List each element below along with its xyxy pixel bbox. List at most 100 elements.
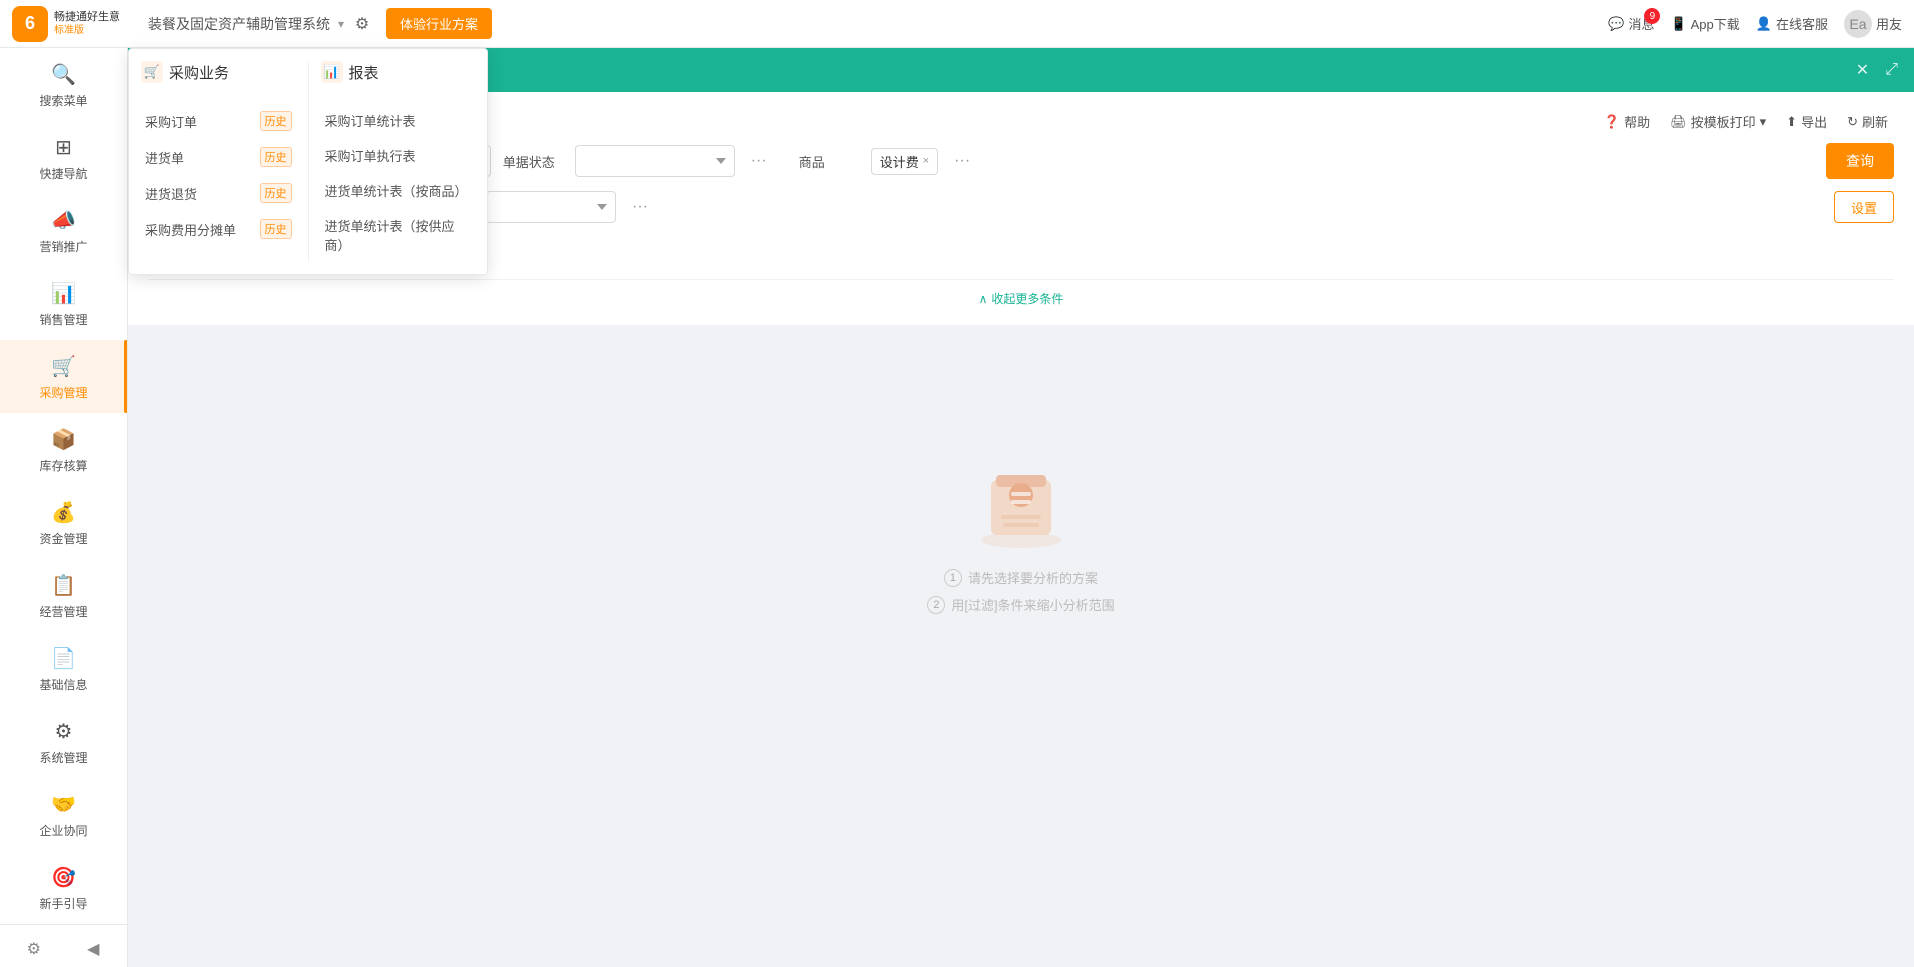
topbar: 6 畅捷通好生意 标准版 装餐及固定资产辅助管理系统 ▾ ⚙ 体验行业方案 💬 … <box>0 0 1914 48</box>
export-button[interactable]: ⬆ 导出 <box>1780 108 1833 135</box>
sidebar-item-search[interactable]: 🔍 搜索菜单 <box>0 48 127 121</box>
sidebar-label-finance: 资金管理 <box>39 530 87 547</box>
salesman-ellipsis[interactable]: ··· <box>628 198 652 216</box>
date-range: 近7天 更多 自定义 <box>220 145 491 177</box>
date-end-input[interactable] <box>371 145 491 177</box>
tab-home-label: 首页 <box>144 60 172 80</box>
goods-tag: 设计费 × <box>871 148 938 175</box>
tab-close-window-btn[interactable]: ✕ <box>1852 56 1873 84</box>
goods-ellipsis[interactable]: ··· <box>950 152 974 170</box>
date-shortcut-7days[interactable]: 近7天 <box>220 149 267 174</box>
sidebar-item-finance[interactable]: 💰 资金管理 <box>0 486 127 559</box>
tab-home[interactable]: 首页 <box>128 48 188 92</box>
sidebar-label-operation: 经营管理 <box>39 603 87 620</box>
refresh-icon: ↻ <box>1847 114 1858 130</box>
date-shortcut-more[interactable]: 更多 <box>271 149 311 174</box>
basic-icon: 📄 <box>50 644 78 672</box>
salesman-select[interactable] <box>486 191 616 223</box>
nav-icon: ⊞ <box>50 133 78 161</box>
guide-icon: 🎯 <box>50 863 78 891</box>
print-icon: 🖨 <box>1670 114 1687 130</box>
tab-sales-rank-label: 销售排行榜 <box>204 62 274 82</box>
filter-area: ❓ 帮助 🖨 按模板打印 ▾ ⬆ 导出 ↻ <box>128 92 1914 325</box>
sidebar-item-marketing[interactable]: 📣 营销推广 <box>0 194 127 267</box>
circle-2: 2 <box>927 596 945 614</box>
tab-bar: 首页 销售排行榜 × ✕ ⤢ <box>128 48 1914 92</box>
date-label: 日期 <box>148 152 208 171</box>
sidebar-label-purchase: 采购管理 <box>39 384 87 401</box>
sidebar-settings-btn[interactable]: ⚙ <box>18 933 50 965</box>
query-button[interactable]: 查询 <box>1826 143 1894 179</box>
inventory-icon: 📦 <box>50 425 78 453</box>
sales-icon: 📊 <box>50 279 78 307</box>
filter-divider <box>148 279 1894 280</box>
marketing-icon: 📣 <box>50 206 78 234</box>
empty-hint-2: 2 用[过滤]条件来缩小分析范围 <box>927 595 1114 614</box>
tab-close-icon[interactable]: × <box>282 65 289 79</box>
settings-button[interactable]: 设置 <box>1834 191 1894 223</box>
filter-row-2: 排名项目 金额 ··· 业务员 ··· 设置 <box>148 191 1894 223</box>
customer-select[interactable] <box>220 235 380 267</box>
refresh-label: 刷新 <box>1862 112 1888 131</box>
sidebar-item-basic[interactable]: 📄 基础信息 <box>0 632 127 705</box>
rank-select[interactable]: 金额 <box>220 191 350 223</box>
sidebar-collapse-btn[interactable]: ◀ <box>77 933 109 965</box>
export-icon: ⬆ <box>1786 114 1797 130</box>
empty-hint-text-1: 请先选择要分析的方案 <box>968 568 1098 587</box>
gear-button[interactable]: ⚙ <box>348 10 376 38</box>
system-title: 装餐及固定资产辅助管理系统 ▾ <box>148 14 344 34</box>
date-shortcut-custom[interactable]: 自定义 <box>315 149 367 174</box>
toolbar-row: ❓ 帮助 🖨 按模板打印 ▾ ⬆ 导出 ↻ <box>148 108 1894 135</box>
customer-label: 客户 <box>148 242 208 261</box>
sidebar-item-operation[interactable]: 📋 经营管理 <box>0 559 127 632</box>
sidebar-label-guide: 新手引导 <box>39 895 87 912</box>
goods-tag-text: 设计费 <box>880 152 919 171</box>
sidebar-bottom: ⚙ ◀ <box>0 924 127 967</box>
content-area: 首页 销售排行榜 × ✕ ⤢ ❓ 帮助 <box>128 48 1914 967</box>
help-button[interactable]: ❓ 帮助 <box>1598 108 1656 135</box>
system-icon: ⚙ <box>50 717 78 745</box>
collapse-label: 收起更多条件 <box>991 290 1063 307</box>
user-label: 用友 <box>1876 14 1902 33</box>
logo-area: 6 畅捷通好生意 标准版 <box>12 6 140 42</box>
sidebar-label-system: 系统管理 <box>39 749 87 766</box>
filter-right-actions: ❓ 帮助 🖨 按模板打印 ▾ ⬆ 导出 ↻ <box>1598 108 1894 135</box>
sidebar-item-inventory[interactable]: 📦 库存核算 <box>0 413 127 486</box>
main-layout: 🔍 搜索菜单 ⊞ 快捷导航 📣 营销推广 📊 销售管理 🛒 采购管理 📦 库存核… <box>0 48 1914 967</box>
tab-sales-rank[interactable]: 销售排行榜 × <box>188 52 305 92</box>
export-label: 导出 <box>1801 112 1827 131</box>
status-label: 单据状态 <box>503 152 563 171</box>
tab-fullscreen-btn[interactable]: ⤢ <box>1881 57 1902 83</box>
app-download-button[interactable]: 📱 App下载 <box>1670 14 1739 33</box>
finance-icon: 💰 <box>50 498 78 526</box>
sidebar-item-guide[interactable]: 🎯 新手引导 <box>0 851 127 924</box>
print-button[interactable]: 🖨 按模板打印 ▾ <box>1664 108 1772 135</box>
sidebar-item-sales[interactable]: 📊 销售管理 <box>0 267 127 340</box>
customer-ellipsis[interactable]: ··· <box>392 242 416 260</box>
collapse-button[interactable]: ∧ 收起更多条件 <box>148 284 1894 317</box>
sidebar-item-purchase[interactable]: 🛒 采购管理 <box>0 340 127 413</box>
print-dropdown-icon: ▾ <box>1760 114 1767 130</box>
circle-1: 1 <box>944 569 962 587</box>
message-badge: 9 <box>1644 8 1660 24</box>
system-title-arrow[interactable]: ▾ <box>338 17 344 31</box>
sidebar-item-nav[interactable]: ⊞ 快捷导航 <box>0 121 127 194</box>
app-download-label: App下载 <box>1691 14 1740 33</box>
sidebar-label-collab: 企业协同 <box>39 822 87 839</box>
page-content: ❓ 帮助 🖨 按模板打印 ▾ ⬆ 导出 ↻ <box>128 92 1914 967</box>
online-service-button[interactable]: 👤 在线客服 <box>1756 14 1828 33</box>
sidebar-item-collab[interactable]: 🤝 企业协同 <box>0 778 127 851</box>
empty-hint-1: 1 请先选择要分析的方案 <box>944 568 1098 587</box>
user-button[interactable]: Ea 用友 <box>1844 10 1902 38</box>
goods-tag-close[interactable]: × <box>923 155 929 167</box>
filter-row-1: 日期 近7天 更多 自定义 单据状态 ··· 商品 <box>148 143 1894 179</box>
search-icon: 🔍 <box>50 60 78 88</box>
industry-button[interactable]: 体验行业方案 <box>386 8 492 39</box>
status-ellipsis[interactable]: ··· <box>747 152 771 170</box>
refresh-button[interactable]: ↻ 刷新 <box>1841 108 1894 135</box>
rank-ellipsis[interactable]: ··· <box>362 198 386 216</box>
sidebar-item-system[interactable]: ⚙ 系统管理 <box>0 705 127 778</box>
status-select[interactable] <box>575 145 735 177</box>
rank-label: 排名项目 <box>148 198 208 217</box>
message-button[interactable]: 💬 消息 9 <box>1608 14 1654 33</box>
